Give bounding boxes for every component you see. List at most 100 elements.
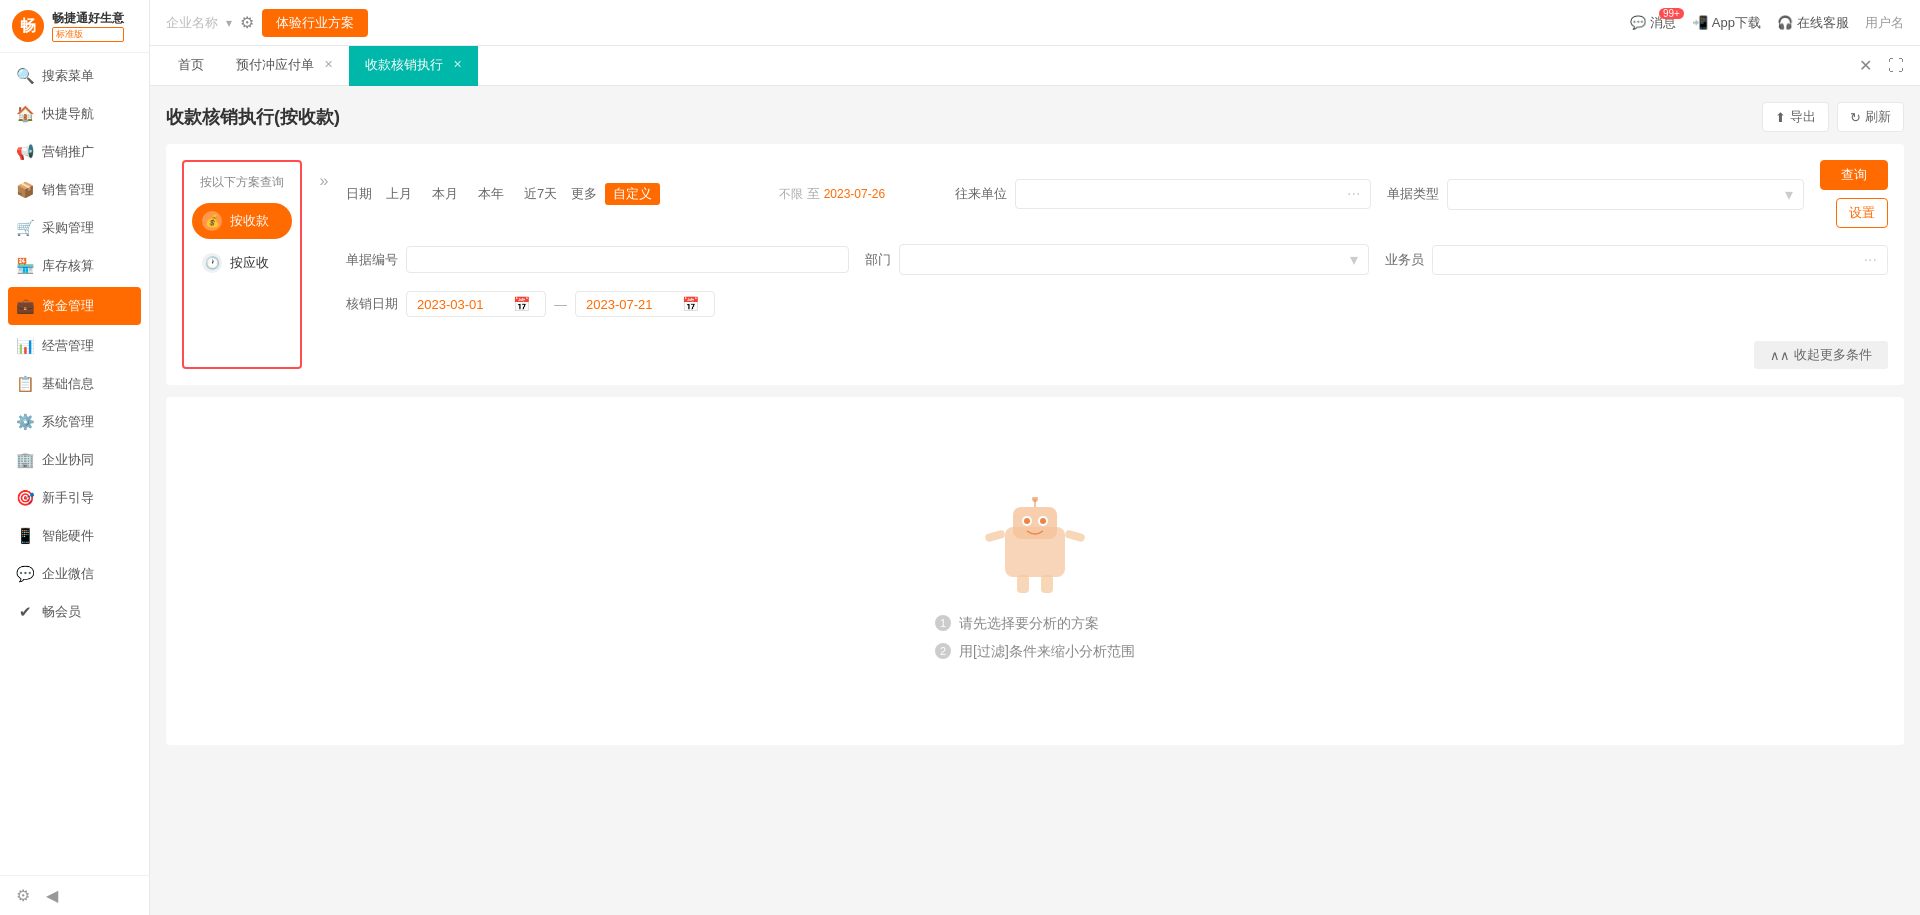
svg-point-11 bbox=[1032, 497, 1038, 502]
date-btn-this-year[interactable]: 本年 bbox=[472, 183, 510, 205]
doc-type-select[interactable]: ▾ bbox=[1447, 179, 1804, 210]
sidebar-item-hardware[interactable]: 📱 智能硬件 bbox=[0, 517, 149, 555]
svg-rect-7 bbox=[1064, 530, 1085, 543]
doc-no-input[interactable] bbox=[406, 246, 849, 273]
sidebar-item-inventory-label: 库存核算 bbox=[42, 257, 94, 275]
app-download-button[interactable]: 📲 App下载 bbox=[1692, 14, 1761, 32]
page-actions: ⬆ 导出 ↻ 刷新 bbox=[1762, 102, 1904, 132]
tab-collect[interactable]: 收款核销执行 ✕ bbox=[349, 46, 478, 86]
message-badge: 99+ bbox=[1659, 8, 1684, 19]
dept-label: 部门 bbox=[865, 251, 891, 269]
date-btn-custom[interactable]: 自定义 bbox=[605, 183, 660, 205]
message-button[interactable]: 💬 消息 99+ bbox=[1630, 14, 1676, 32]
verify-date-separator: — bbox=[554, 297, 567, 312]
svg-rect-6 bbox=[984, 530, 1005, 543]
date-btn-this-month[interactable]: 本月 bbox=[426, 183, 464, 205]
counterpart-more-icon[interactable]: ··· bbox=[1347, 185, 1360, 203]
doc-type-label: 单据类型 bbox=[1387, 185, 1439, 203]
collapse-more-button[interactable]: ∧∧ 收起更多条件 bbox=[1754, 341, 1888, 369]
svg-point-5 bbox=[1040, 518, 1046, 524]
tab-close-all-button[interactable]: ✕ bbox=[1855, 52, 1876, 79]
sidebar-item-operations[interactable]: 📊 经营管理 bbox=[0, 327, 149, 365]
verify-start-calendar-icon[interactable]: 📅 bbox=[513, 296, 530, 312]
sidebar-item-inventory[interactable]: 🏪 库存核算 bbox=[0, 247, 149, 285]
sidebar-item-system[interactable]: ⚙️ 系统管理 bbox=[0, 403, 149, 441]
inventory-icon: 🏪 bbox=[16, 257, 34, 275]
sales-more-icon[interactable]: ··· bbox=[1864, 251, 1877, 269]
sidebar-item-basic[interactable]: 📋 基础信息 bbox=[0, 365, 149, 403]
tab-prepay-close[interactable]: ✕ bbox=[324, 58, 333, 71]
guide-icon: 🎯 bbox=[16, 489, 34, 507]
topbar-dropdown-arrow[interactable]: ▾ bbox=[226, 16, 232, 30]
sidebar-item-purchase[interactable]: 🛒 采购管理 bbox=[0, 209, 149, 247]
service-icon: 🎧 bbox=[1777, 15, 1793, 30]
sidebar-item-guide[interactable]: 🎯 新手引导 bbox=[0, 479, 149, 517]
doc-no-label: 单据编号 bbox=[346, 251, 398, 269]
sidebar-item-wechat-label: 企业微信 bbox=[42, 565, 94, 583]
filter-option-by-receipt[interactable]: 💰 按收款 bbox=[192, 203, 292, 239]
marketing-icon: 📢 bbox=[16, 143, 34, 161]
svg-point-4 bbox=[1024, 518, 1030, 524]
counterpart-select[interactable]: ··· bbox=[1015, 179, 1372, 209]
tab-collect-close[interactable]: ✕ bbox=[453, 58, 462, 71]
refresh-icon: ↻ bbox=[1850, 110, 1861, 125]
doc-type-field: 单据类型 ▾ bbox=[1387, 179, 1804, 210]
topbar-settings-icon[interactable]: ⚙ bbox=[240, 13, 254, 32]
solution-button[interactable]: 体验行业方案 bbox=[262, 9, 368, 37]
collapse-more-chevron: ∧∧ bbox=[1770, 348, 1790, 363]
sidebar-item-quicknav[interactable]: 🏠 快捷导航 bbox=[0, 95, 149, 133]
dept-select[interactable]: ▾ bbox=[899, 244, 1368, 275]
dept-chevron[interactable]: ▾ bbox=[1350, 250, 1358, 269]
tabbar: 首页 预付冲应付单 ✕ 收款核销执行 ✕ ✕ ⛶ bbox=[150, 46, 1920, 86]
sidebar-item-finance[interactable]: 💼 资金管理 bbox=[8, 287, 141, 325]
empty-hint-1-text: 请先选择要分析的方案 bbox=[959, 609, 1099, 637]
date-btn-last-month[interactable]: 上月 bbox=[380, 183, 418, 205]
filter-collapse-button[interactable]: » bbox=[314, 172, 334, 190]
settings-bottom-icon[interactable]: ⚙ bbox=[16, 886, 30, 905]
date-quick-options: 上月 本月 本年 近7天 更多 自定义 bbox=[380, 183, 660, 205]
logo-icon: 畅 bbox=[12, 10, 44, 42]
service-button[interactable]: 🎧 在线客服 bbox=[1777, 14, 1849, 32]
verify-start-input[interactable] bbox=[417, 297, 507, 312]
sidebar-item-finance-label: 资金管理 bbox=[42, 297, 94, 315]
sidebar-item-sales[interactable]: 📦 销售管理 bbox=[0, 171, 149, 209]
main-area: 企业名称 ▾ ⚙ 体验行业方案 💬 消息 99+ 📲 App下载 🎧 在线客服 … bbox=[150, 0, 1920, 915]
export-button[interactable]: ⬆ 导出 bbox=[1762, 102, 1829, 132]
receivable-option-label: 按应收 bbox=[230, 254, 269, 272]
sidebar-item-enterprise[interactable]: 🏢 企业协同 bbox=[0, 441, 149, 479]
sidebar-item-sales-label: 销售管理 bbox=[42, 181, 94, 199]
sidebar-item-search[interactable]: 🔍 搜索菜单 bbox=[0, 57, 149, 95]
logo-text: 畅捷通好生意 标准版 bbox=[52, 10, 124, 42]
date-unlimited-label: 不限 bbox=[779, 186, 803, 203]
tab-home[interactable]: 首页 bbox=[162, 46, 220, 86]
collapse-more-row: ∧∧ 收起更多条件 bbox=[346, 341, 1888, 369]
query-button[interactable]: 查询 bbox=[1820, 160, 1888, 190]
wechat-icon: 💬 bbox=[16, 565, 34, 583]
date-btn-7days[interactable]: 近7天 bbox=[518, 183, 563, 205]
verify-end-input[interactable] bbox=[586, 297, 676, 312]
dept-field: 部门 ▾ bbox=[865, 244, 1368, 275]
finance-icon: 💼 bbox=[16, 297, 34, 315]
date-btn-more[interactable]: 更多 bbox=[571, 185, 597, 203]
collapse-sidebar-icon[interactable]: ◀ bbox=[46, 886, 58, 905]
sales-field: 业务员 ··· bbox=[1385, 245, 1888, 275]
sidebar-item-marketing[interactable]: 📢 营销推广 bbox=[0, 133, 149, 171]
verify-end-calendar-icon[interactable]: 📅 bbox=[682, 296, 699, 312]
filter-option-by-receivable[interactable]: 🕐 按应收 bbox=[192, 245, 292, 281]
doc-type-chevron[interactable]: ▾ bbox=[1785, 185, 1793, 204]
filter-form: 日期 上月 本月 本年 近7天 更多 自定义 不限 至 2023 bbox=[346, 160, 1888, 369]
sidebar-item-wechat[interactable]: 💬 企业微信 bbox=[0, 555, 149, 593]
settings-button[interactable]: 设置 bbox=[1836, 198, 1888, 228]
sales-select[interactable]: ··· bbox=[1432, 245, 1888, 275]
tab-prepay[interactable]: 预付冲应付单 ✕ bbox=[220, 46, 349, 86]
verify-date-label: 核销日期 bbox=[346, 295, 398, 313]
sidebar-item-member[interactable]: ✔ 畅会员 bbox=[0, 593, 149, 631]
topbar: 企业名称 ▾ ⚙ 体验行业方案 💬 消息 99+ 📲 App下载 🎧 在线客服 … bbox=[150, 0, 1920, 46]
filter-row-2: 单据编号 部门 ▾ 业务员 ··· bbox=[346, 244, 1888, 275]
refresh-button[interactable]: ↻ 刷新 bbox=[1837, 102, 1904, 132]
tab-expand-button[interactable]: ⛶ bbox=[1884, 53, 1908, 79]
member-icon: ✔ bbox=[16, 603, 34, 621]
verify-date-field: 核销日期 📅 — 📅 bbox=[346, 291, 1888, 317]
tab-prepay-label: 预付冲应付单 bbox=[236, 56, 314, 74]
topbar-right: 💬 消息 99+ 📲 App下载 🎧 在线客服 用户名 bbox=[1630, 14, 1904, 32]
